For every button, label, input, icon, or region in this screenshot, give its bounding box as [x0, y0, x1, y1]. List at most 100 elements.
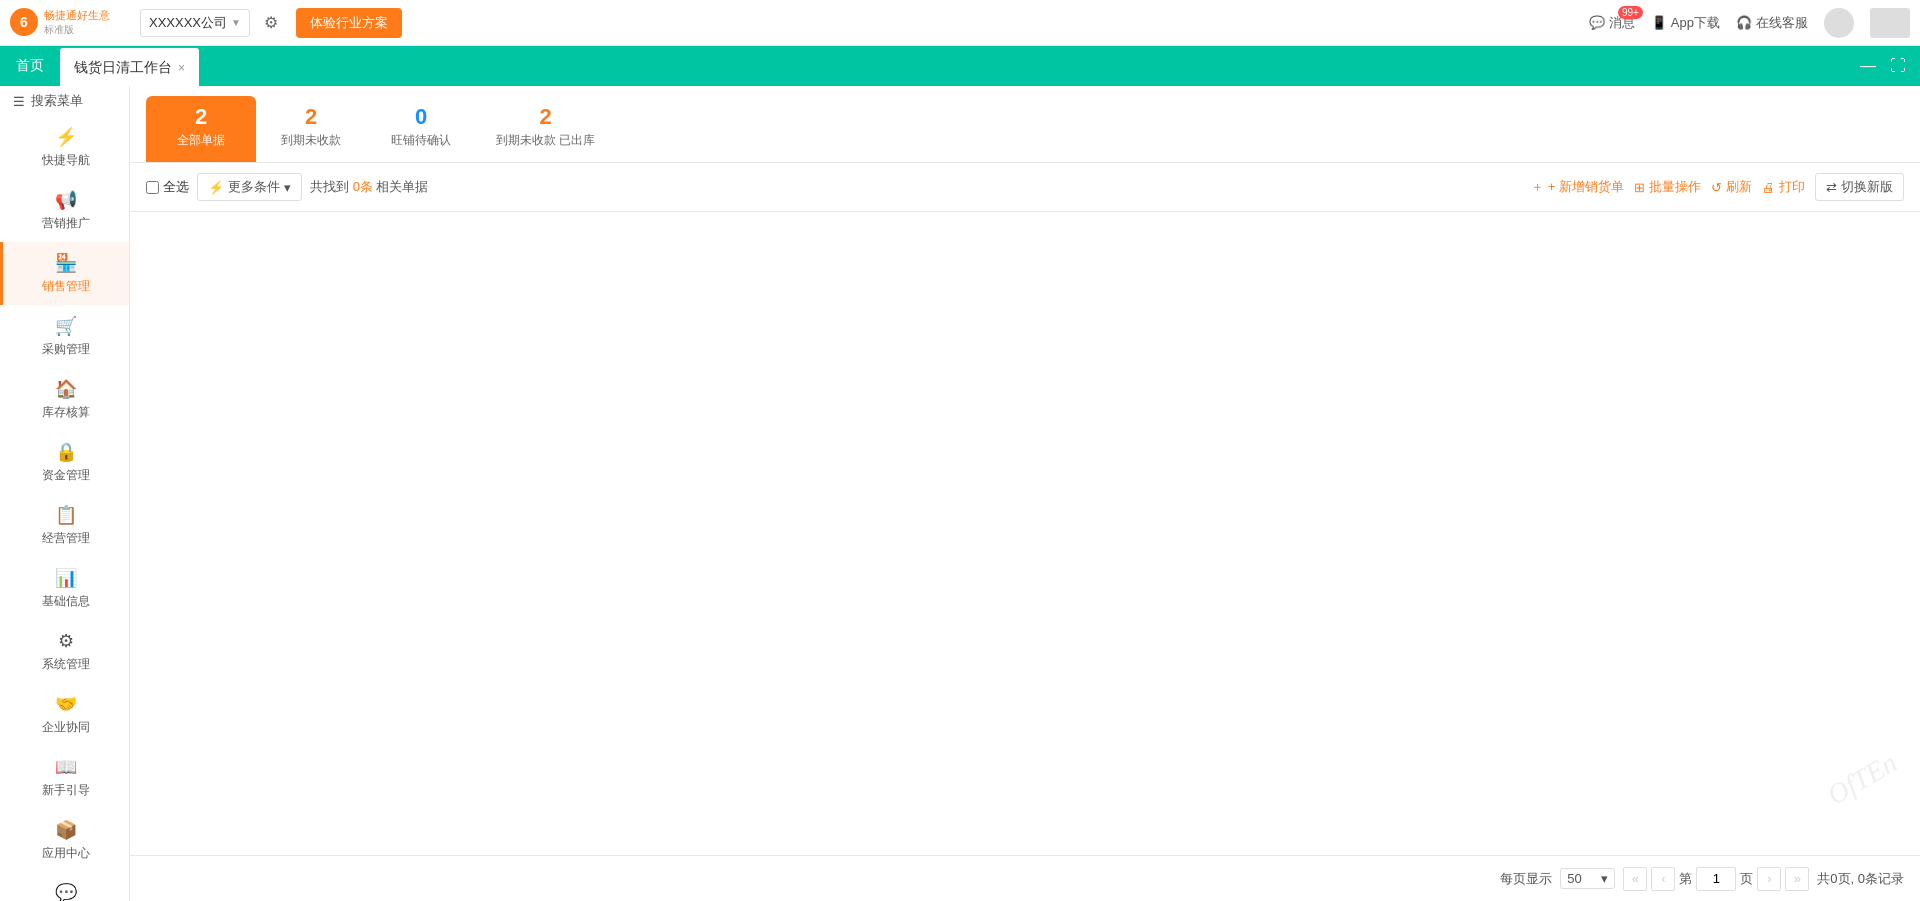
quick-nav-icon: ⚡: [55, 126, 77, 148]
message-icon: 💬: [1589, 15, 1605, 30]
sidebar-item-quick-nav[interactable]: ⚡ 快捷导航: [0, 116, 129, 179]
select-all-checkbox[interactable]: 全选: [146, 178, 189, 196]
refresh-icon: ↺: [1711, 180, 1722, 195]
sidebar-finance-label: 资金管理: [42, 467, 90, 484]
batch-label: 批量操作: [1649, 178, 1701, 196]
prev-page-btn[interactable]: ‹: [1651, 867, 1675, 891]
found-prefix: 共找到: [310, 179, 349, 194]
stat-tab-all[interactable]: 2 全部单据: [146, 96, 256, 162]
app-download-btn[interactable]: 📱 App下载: [1651, 14, 1720, 32]
sidebar-guide-label: 新手引导: [42, 782, 90, 799]
user-menu[interactable]: [1870, 8, 1910, 38]
print-label: 打印: [1779, 178, 1805, 196]
search-icon: ☰: [13, 94, 25, 109]
tab-close-icon[interactable]: ×: [178, 61, 185, 75]
tab-minimize-icon[interactable]: —: [1856, 55, 1880, 77]
stat-wangpu-label: 旺铺待确认: [391, 132, 451, 149]
sidebar-item-guide[interactable]: 📖 新手引导: [0, 746, 129, 809]
stat-unshipped-label: 到期未收款 已出库: [496, 132, 595, 149]
add-sales-btn[interactable]: ＋ + 新增销货单: [1531, 178, 1624, 196]
tab-label: 钱货日清工作台: [74, 59, 172, 77]
switch-btn[interactable]: ⇄ 切换新版: [1815, 173, 1904, 201]
sidebar-item-cooperation[interactable]: 🤝 企业协同: [0, 683, 129, 746]
stat-wangpu-num: 0: [415, 104, 427, 130]
sidebar-search-label: 搜索菜单: [31, 92, 83, 110]
service-icon: 🎧: [1736, 15, 1752, 30]
tab-home[interactable]: 首页: [0, 46, 60, 86]
next-page-btn[interactable]: ›: [1757, 867, 1781, 891]
first-page-btn[interactable]: «: [1623, 867, 1647, 891]
sidebar-item-system[interactable]: ⚙ 系统管理: [0, 620, 129, 683]
sidebar-item-purchase[interactable]: 🛒 采购管理: [0, 305, 129, 368]
add-label: + 新增销货单: [1548, 178, 1624, 196]
select-all-label: 全选: [163, 178, 189, 196]
stats-tabs: 2 全部单据 2 到期未收款 0 旺铺待确认 2 到期未收款 已出库: [130, 86, 1920, 163]
switch-icon: ⇄: [1826, 180, 1837, 195]
main-layout: ☰ 搜索菜单 ⚡ 快捷导航 📢 营销推广 🏪 销售管理 🛒 采购管理 🏠 库存核…: [0, 86, 1920, 901]
page-label: 第: [1679, 870, 1692, 888]
guide-icon: 📖: [55, 756, 77, 778]
refresh-btn[interactable]: ↺ 刷新: [1711, 178, 1752, 196]
sidebar-basic-info-label: 基础信息: [42, 593, 90, 610]
content-area: 2 全部单据 2 到期未收款 0 旺铺待确认 2 到期未收款 已出库 全选: [130, 86, 1920, 901]
sidebar-operations-label: 经营管理: [42, 530, 90, 547]
tab-bar-right: — ⛶: [1856, 55, 1920, 77]
settings-icon[interactable]: ⚙: [256, 8, 286, 38]
table-area: OfTEn: [130, 212, 1920, 855]
per-page-arrow: ▾: [1601, 871, 1608, 886]
service-label: 在线客服: [1756, 14, 1808, 32]
sidebar-item-marketing[interactable]: 📢 营销推广: [0, 179, 129, 242]
stat-tab-unshipped[interactable]: 2 到期未收款 已出库: [476, 96, 615, 162]
sidebar-item-app-center[interactable]: 📦 应用中心: [0, 809, 129, 872]
sidebar-item-sales[interactable]: 🏪 销售管理: [0, 242, 129, 305]
sidebar-purchase-label: 采购管理: [42, 341, 90, 358]
per-page-select[interactable]: 50 ▾: [1560, 868, 1615, 889]
sidebar-item-operations[interactable]: 📋 经营管理: [0, 494, 129, 557]
stat-tab-overdue[interactable]: 2 到期未收款: [256, 96, 366, 162]
page-input[interactable]: [1696, 867, 1736, 891]
print-icon: 🖨: [1762, 180, 1775, 195]
tab-current[interactable]: 钱货日清工作台 ×: [60, 48, 199, 88]
logo-icon: 6: [10, 8, 38, 36]
logo-area: 6 畅捷通好生意 标准版: [10, 8, 140, 36]
marketing-icon: 📢: [55, 189, 77, 211]
found-suffix: 相关单据: [376, 179, 428, 194]
stat-overdue-label: 到期未收款: [281, 132, 341, 149]
sidebar-app-center-label: 应用中心: [42, 845, 90, 862]
online-service-btn[interactable]: 🎧 在线客服: [1736, 14, 1808, 32]
sidebar-item-wechat[interactable]: 💬 企业微信: [0, 872, 129, 901]
batch-icon: ⊞: [1634, 180, 1645, 195]
page-suffix: 页: [1740, 870, 1753, 888]
toolbar: 全选 ⚡ 更多条件 ▾ 共找到 0条 相关单据 ＋ + 新增销货单: [130, 163, 1920, 212]
filter-btn[interactable]: ⚡ 更多条件 ▾: [197, 173, 302, 201]
sidebar-marketing-label: 营销推广: [42, 215, 90, 232]
sidebar-sales-label: 销售管理: [42, 278, 90, 295]
sidebar: ☰ 搜索菜单 ⚡ 快捷导航 📢 营销推广 🏪 销售管理 🛒 采购管理 🏠 库存核…: [0, 86, 130, 901]
page-nav: « ‹ 第 页 › »: [1623, 867, 1809, 891]
switch-label: 切换新版: [1841, 178, 1893, 196]
logo-badge: 标准版: [44, 23, 110, 37]
sidebar-system-label: 系统管理: [42, 656, 90, 673]
sidebar-item-finance[interactable]: 🔒 资金管理: [0, 431, 129, 494]
batch-btn[interactable]: ⊞ 批量操作: [1634, 178, 1701, 196]
logo-text-block: 畅捷通好生意 标准版: [44, 8, 110, 36]
cooperation-icon: 🤝: [55, 693, 77, 715]
inventory-icon: 🏠: [55, 378, 77, 400]
company-selector[interactable]: XXXXXX公司 ▼: [140, 9, 250, 37]
select-all-input[interactable]: [146, 181, 159, 194]
header-right: 💬 消息 99+ 📱 App下载 🎧 在线客服: [1589, 8, 1910, 38]
sidebar-item-search[interactable]: ☰ 搜索菜单: [0, 86, 129, 116]
filter-label: 更多条件: [228, 178, 280, 196]
stat-tab-wangpu[interactable]: 0 旺铺待确认: [366, 96, 476, 162]
sidebar-item-basic-info[interactable]: 📊 基础信息: [0, 557, 129, 620]
last-page-btn[interactable]: »: [1785, 867, 1809, 891]
sidebar-cooperation-label: 企业协同: [42, 719, 90, 736]
message-btn[interactable]: 💬 消息 99+: [1589, 14, 1635, 32]
avatar[interactable]: [1824, 8, 1854, 38]
sidebar-item-inventory[interactable]: 🏠 库存核算: [0, 368, 129, 431]
per-page-label: 每页显示: [1500, 870, 1552, 888]
print-btn[interactable]: 🖨 打印: [1762, 178, 1805, 196]
experience-btn[interactable]: 体验行业方案: [296, 8, 402, 38]
tab-maximize-icon[interactable]: ⛶: [1886, 55, 1910, 77]
stat-all-num: 2: [195, 104, 207, 130]
